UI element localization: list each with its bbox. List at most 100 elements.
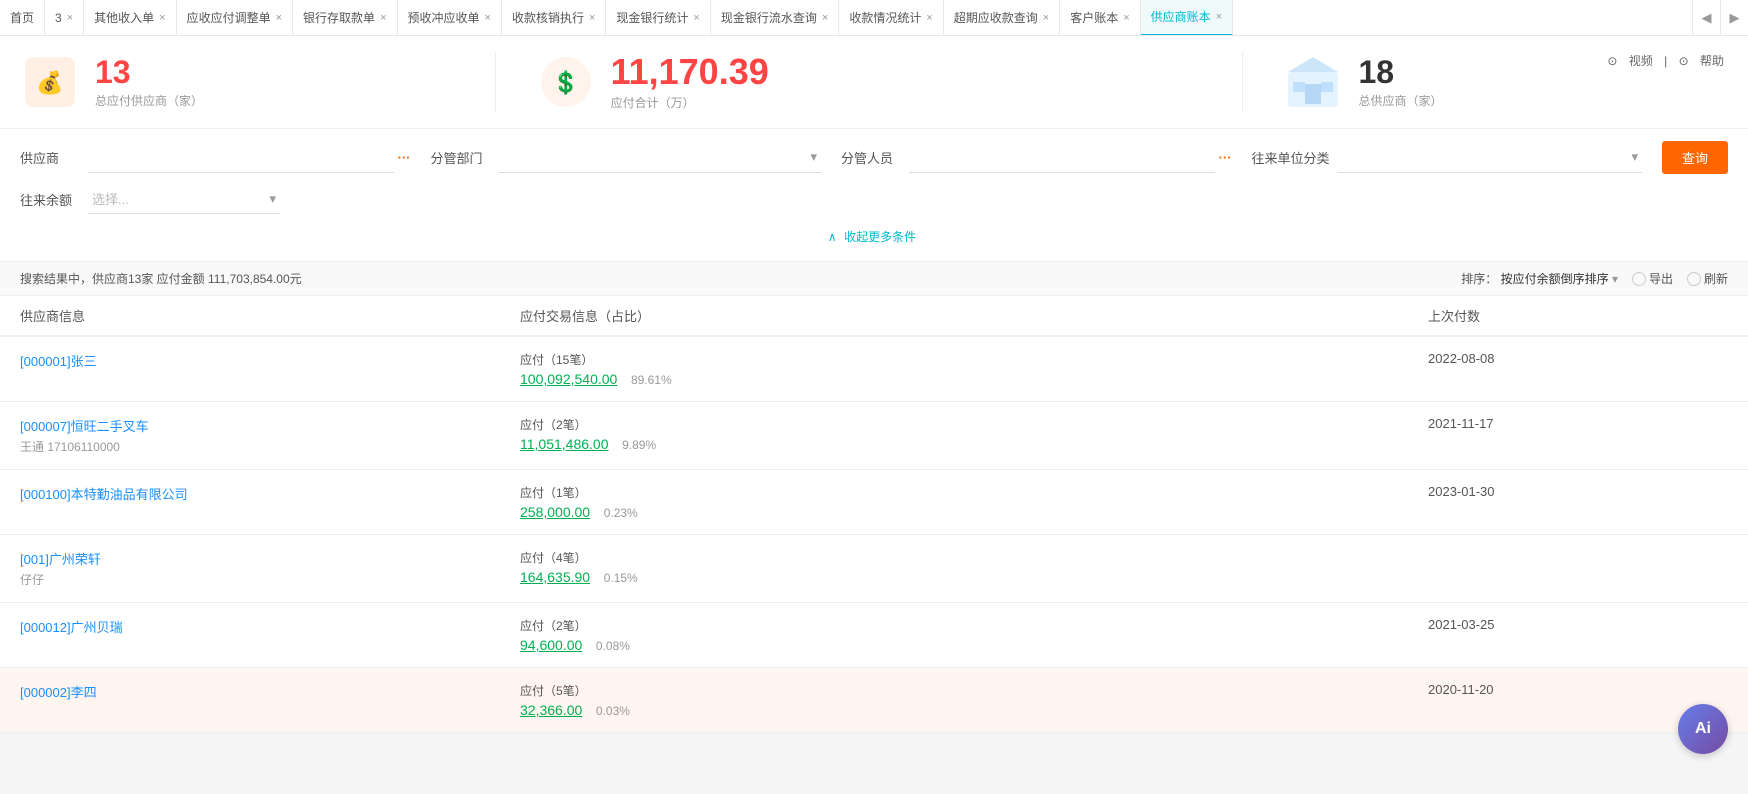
supplier-info-2: [000100]本特勤油品有限公司 <box>20 484 520 506</box>
collapse-label: 收起更多条件 <box>844 230 916 244</box>
export-button[interactable]: 导出 <box>1632 270 1673 287</box>
header-links: ⊙ 视频 | ⊙ 帮助 <box>1603 52 1728 69</box>
sort-select[interactable]: 按应付余额倒序排序 <box>1501 272 1609 286</box>
supplier-link-3[interactable]: [001]广州荣轩 <box>20 552 101 567</box>
nav-tab-3[interactable]: 3 × <box>45 0 84 36</box>
collapse-button[interactable]: ∧ 收起更多条件 <box>20 224 1728 249</box>
nav-tab-bank-deposit[interactable]: 银行存取款单 × <box>293 0 397 36</box>
supplier-contact-3: 仔仔 <box>20 571 520 588</box>
transaction-amount-0[interactable]: 100,092,540.00 <box>520 371 617 387</box>
result-text: 搜索结果中，供应商13家 应付金额 111,703,854.00元 <box>20 270 302 287</box>
supplier-link-2[interactable]: [000100]本特勤油品有限公司 <box>20 487 188 502</box>
person-dots-icon[interactable]: ··· <box>1219 150 1232 165</box>
close-icon[interactable]: × <box>485 12 491 24</box>
transaction-amount-1[interactable]: 11,051,486.00 <box>520 436 609 452</box>
nav-tab-cash-flow[interactable]: 现金银行流水查询 × <box>711 0 839 36</box>
nav-tab-prepay[interactable]: 预收冲应收单 × <box>398 0 502 36</box>
close-icon[interactable]: × <box>380 12 386 24</box>
circle-icon2: ⊙ <box>1679 54 1689 68</box>
nav-tab-ar-ap-adjust-label: 应收应付调整单 <box>187 9 271 26</box>
close-icon[interactable]: × <box>589 12 595 24</box>
sort-arrow-icon: ▾ <box>1612 272 1618 286</box>
supplier-info-5: [000002]李四 <box>20 682 520 704</box>
sort-label: 排序： 按应付余额倒序排序 ▾ <box>1461 270 1618 287</box>
supplier-link-0[interactable]: [000001]张三 <box>20 354 97 369</box>
col-header-last-payment: 上次付数 <box>1428 306 1728 325</box>
supplier-contact-1: 王通 17106110000 <box>20 438 520 455</box>
table-header: 供应商信息 应付交易信息（占比） 上次付数 <box>0 296 1748 337</box>
dept-select[interactable]: ▾ <box>499 143 822 173</box>
transaction-amount-4[interactable]: 94,600.00 <box>520 637 582 653</box>
transaction-info-3: 应付（4笔） 164,635.90 0.15% <box>520 549 1428 585</box>
nav-tab-overdue[interactable]: 超期应收款查询 × <box>944 0 1060 36</box>
person-input[interactable] <box>909 143 1215 173</box>
ai-button[interactable]: Ai <box>1678 704 1728 754</box>
close-icon[interactable]: × <box>1123 12 1129 24</box>
total-icon: 💲 <box>536 52 596 112</box>
search-button[interactable]: 查询 <box>1662 141 1728 174</box>
stat3-label: 总供应商（家） <box>1358 92 1442 109</box>
nav-tab-customer-ledger[interactable]: 客户账本 × <box>1060 0 1140 36</box>
collapse-chevron-icon: ∧ <box>828 230 837 244</box>
stat1-number: 13 <box>95 56 203 88</box>
nav-tab-ar-ap-adjust[interactable]: 应收应付调整单 × <box>177 0 293 36</box>
nav-next-button[interactable]: ▶ <box>1720 0 1748 36</box>
transaction-pct-2: 0.23% <box>604 506 638 520</box>
refresh-button[interactable]: 刷新 <box>1687 270 1728 287</box>
supplier-link-4[interactable]: [000012]广州贝瑞 <box>20 620 123 635</box>
stat2-label: 应付合计（万） <box>611 94 769 111</box>
table-row: [001]广州荣轩 仔仔 应付（4笔） 164,635.90 0.15% <box>0 535 1748 603</box>
table-row: [000001]张三 应付（15笔） 100,092,540.00 89.61%… <box>0 337 1748 402</box>
help-link[interactable]: 帮助 <box>1700 54 1724 68</box>
stat3-number: 18 <box>1358 56 1442 88</box>
stat3-content: 18 总供应商（家） <box>1358 56 1442 109</box>
close-icon[interactable]: × <box>276 12 282 24</box>
transaction-label-3: 应付（4笔） <box>520 549 1428 566</box>
close-icon[interactable]: × <box>159 12 165 24</box>
nav-tab-cash-bank-stats[interactable]: 现金银行统计 × <box>606 0 710 36</box>
separator: | <box>1664 54 1670 68</box>
balance-label: 往来余额 <box>20 190 80 209</box>
supplier-dots-icon[interactable]: ··· <box>398 150 411 165</box>
nav-tab-home[interactable]: 首页 <box>0 0 45 36</box>
supplier-link-5[interactable]: [000002]李四 <box>20 685 97 700</box>
video-link[interactable]: 视频 <box>1629 54 1653 68</box>
transaction-label-1: 应付（2笔） <box>520 416 1428 433</box>
transaction-amount-5[interactable]: 32,366.00 <box>520 702 582 718</box>
close-icon[interactable]: × <box>926 12 932 24</box>
supplier-link-1[interactable]: [000007]恒旺二手叉车 <box>20 419 149 434</box>
balance-select[interactable]: 选择... ▾ <box>88 184 280 214</box>
col-header-transaction: 应付交易信息（占比） <box>520 306 1428 325</box>
transaction-pct-5: 0.03% <box>596 704 630 718</box>
transaction-amount-3[interactable]: 164,635.90 <box>520 569 590 585</box>
transaction-label-4: 应付（2笔） <box>520 617 1428 634</box>
nav-tab-other-income[interactable]: 其他收入单 × <box>84 0 176 36</box>
table-row: [000007]恒旺二手叉车 王通 17106110000 应付（2笔） 11,… <box>0 402 1748 470</box>
nav-tab-collection-stats[interactable]: 收款情况统计 × <box>839 0 943 36</box>
category-arrow-icon: ▾ <box>1631 149 1638 165</box>
nav-tab-collection[interactable]: 收款核销执行 × <box>502 0 606 36</box>
nav-tab-supplier-ledger[interactable]: 供应商账本 × <box>1141 0 1233 36</box>
supplier-info-1: [000007]恒旺二手叉车 王通 17106110000 <box>20 416 520 455</box>
close-icon[interactable]: × <box>822 12 828 24</box>
last-payment-5: 2020-11-20 <box>1428 682 1728 697</box>
close-icon[interactable]: × <box>67 12 73 24</box>
nav-prev-button[interactable]: ◀ <box>1692 0 1720 36</box>
close-icon[interactable]: × <box>1216 11 1222 23</box>
supplier-info-4: [000012]广州贝瑞 <box>20 617 520 639</box>
transaction-amount-2[interactable]: 258,000.00 <box>520 504 590 520</box>
transaction-info-5: 应付（5笔） 32,366.00 0.03% <box>520 682 1428 718</box>
last-payment-4: 2021-03-25 <box>1428 617 1728 632</box>
close-icon[interactable]: × <box>1043 12 1049 24</box>
supplier-input[interactable] <box>88 143 394 173</box>
close-icon[interactable]: × <box>693 12 699 24</box>
export-label: 导出 <box>1649 270 1673 287</box>
stat-block-suppliers-payable: 💰 13 总应付供应商（家） <box>20 52 496 112</box>
dept-arrow-icon: ▾ <box>810 149 817 165</box>
last-payment-0: 2022-08-08 <box>1428 351 1728 366</box>
category-select[interactable]: ▾ <box>1338 143 1642 173</box>
refresh-label: 刷新 <box>1704 270 1728 287</box>
stat1-label: 总应付供应商（家） <box>95 92 203 109</box>
svg-text:💰: 💰 <box>36 70 63 96</box>
filter-supplier: 供应商 ··· <box>20 143 411 173</box>
